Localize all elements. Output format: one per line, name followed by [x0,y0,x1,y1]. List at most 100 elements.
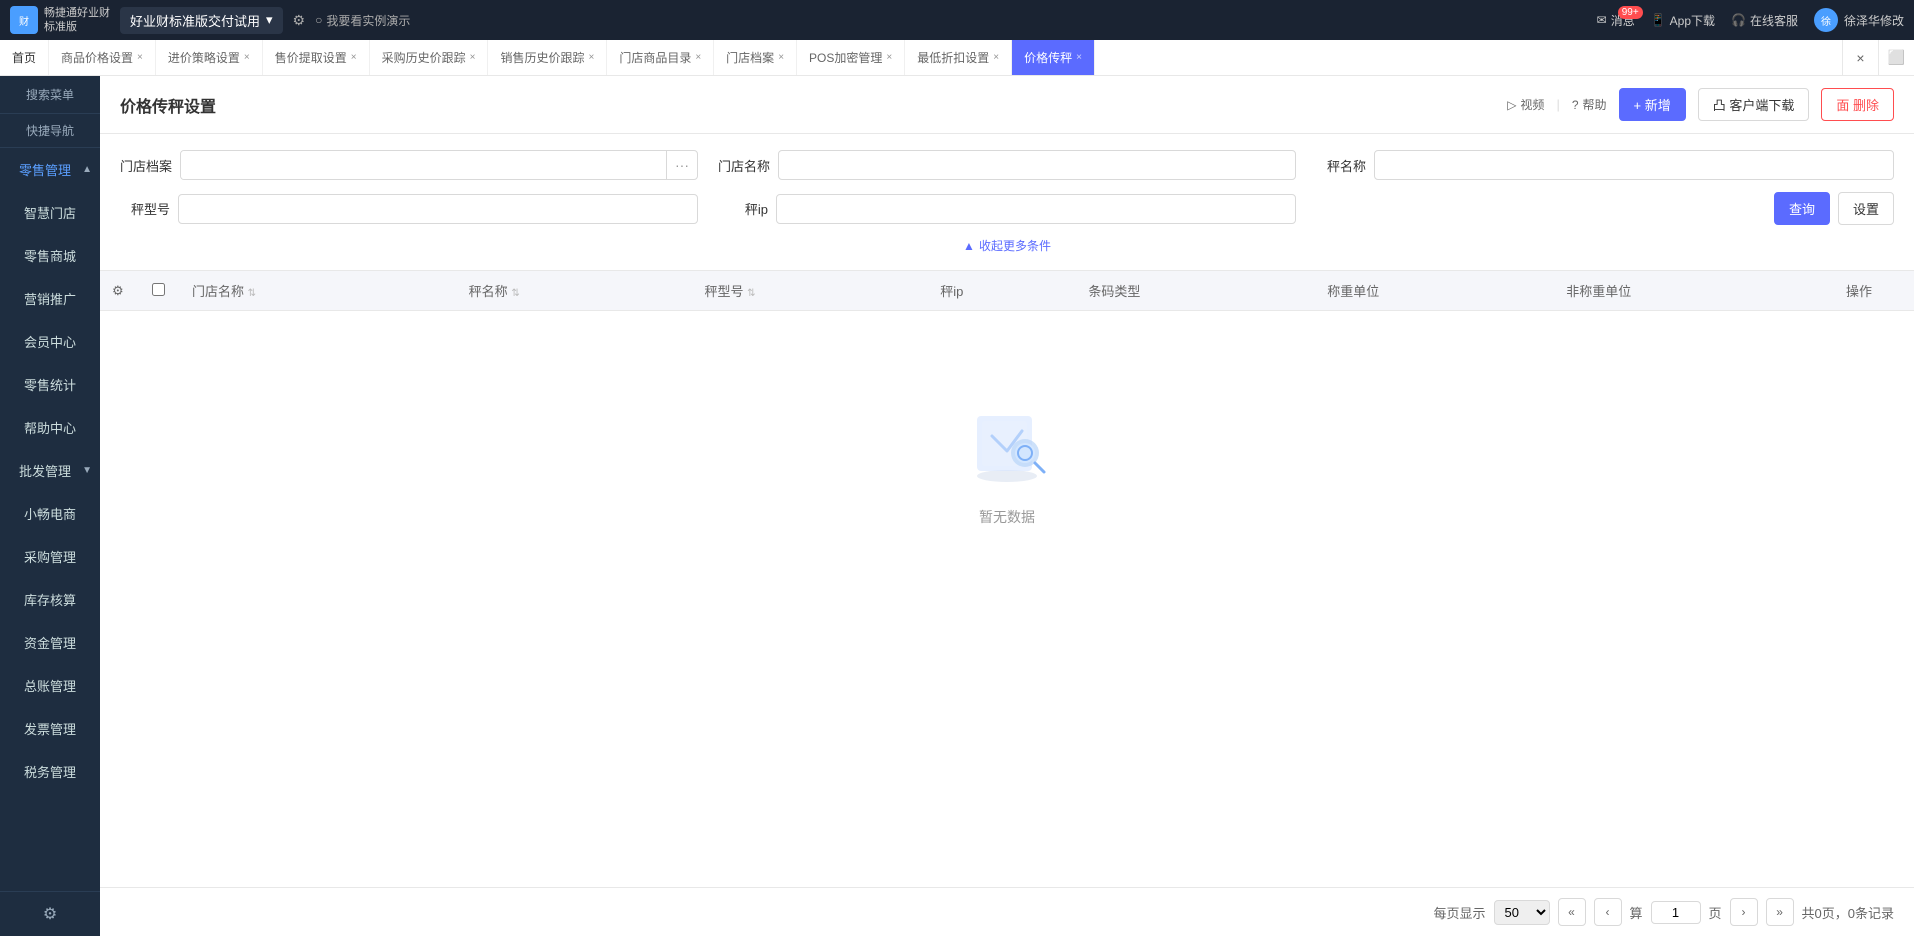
demo-link[interactable]: ○ 我要看实例演示 [315,12,410,29]
divider: | [1556,97,1559,112]
tab-price-transfer[interactable]: 价格传秤 × [1012,40,1095,76]
sidebar-item-retail-mall[interactable]: 零售商城 [0,234,100,277]
scale-ip-label: 秤ip [718,199,768,218]
download-button[interactable]: 凸 客户端下载 [1698,88,1810,121]
tab-close-icon[interactable]: × [351,52,357,63]
top-bar-right: ✉ 消息 99+ 📱 App下载 🎧 在线客服 徐 徐泽华修改 [1597,8,1904,32]
user-menu[interactable]: 徐 徐泽华修改 [1814,8,1904,32]
tab-close-icon[interactable]: × [588,52,594,63]
sidebar-item-finance[interactable]: 资金管理 [0,621,100,664]
prev-page-button[interactable]: ‹ [1594,898,1622,926]
prev-page-icon: ‹ [1606,905,1610,919]
tab-close-icon[interactable]: × [137,52,143,63]
content-area: 价格传秤设置 ▷ 视频 | ? 帮助 + 新增 凸 客户端下载 面 [100,76,1914,936]
filter-row-2: 秤型号 秤ip 查询 设置 [120,192,1894,225]
video-link[interactable]: ▷ 视频 [1507,96,1544,113]
tab-purchase-strategy[interactable]: 进价策略设置 × [156,40,263,76]
table-col-scale-model[interactable]: 秤型号 [692,271,928,311]
sidebar-item-inventory[interactable]: 库存核算 [0,578,100,621]
tab-store-file[interactable]: 门店档案 × [714,40,797,76]
filter-area: 门店档案 ··· 门店名称 秤名称 秤型号 [100,134,1914,271]
help-link[interactable]: ? 帮助 [1572,96,1607,113]
add-button[interactable]: + 新增 [1619,88,1686,121]
collapse-button[interactable]: ▲ 收起更多条件 [963,237,1051,254]
maximize-tab-button[interactable]: ⬜ [1878,40,1914,76]
settings-button[interactable]: 设置 [1838,192,1894,225]
table-col-operation: 操作 [1834,271,1914,311]
version-selector-text: 好业财标准版交付试用 [130,11,260,30]
video-icon: ▷ [1507,98,1516,112]
page-header: 价格传秤设置 ▷ 视频 | ? 帮助 + 新增 凸 客户端下载 面 [100,76,1914,134]
store-file-more-icon[interactable]: ··· [666,151,697,179]
query-button[interactable]: 查询 [1774,192,1830,225]
tab-close-icon[interactable]: × [470,52,476,63]
tab-price-setting[interactable]: 商品价格设置 × [49,40,156,76]
tab-pos[interactable]: POS加密管理 × [797,40,905,76]
tab-sale-extract[interactable]: 售价提取设置 × [263,40,370,76]
scale-model-input[interactable] [178,194,698,224]
sidebar-item-wholesale[interactable]: 批发管理 ▼ [0,449,100,492]
sidebar-item-retail[interactable]: 零售管理 ▲ [0,148,100,191]
sidebar-item-help[interactable]: 帮助中心 [0,406,100,449]
select-all-checkbox[interactable] [152,283,165,296]
scale-name-input[interactable] [1374,150,1894,180]
tab-close-icon[interactable]: × [993,52,999,63]
demo-icon: ○ [315,13,322,27]
sidebar-item-accounting[interactable]: 总账管理 [0,664,100,707]
column-settings-icon[interactable]: ⚙ [112,283,124,298]
version-selector[interactable]: 好业财标准版交付试用 ▾ [120,7,283,34]
sidebar-item-retail-stats[interactable]: 零售统计 [0,363,100,406]
table-col-store-name[interactable]: 门店名称 [180,271,457,311]
tab-home[interactable]: 首页 [0,40,49,76]
online-service-button[interactable]: 🎧 在线客服 [1731,12,1798,29]
table-col-scale-name[interactable]: 秤名称 [457,271,693,311]
scale-name-label: 秤名称 [1316,156,1366,175]
sidebar-settings-button[interactable]: ⚙ [0,891,100,936]
tab-sale-history[interactable]: 销售历史价跟踪 × [488,40,607,76]
delete-button[interactable]: 面 删除 [1821,88,1894,121]
sidebar-item-member[interactable]: 会员中心 [0,320,100,363]
per-page-select[interactable]: 50 10 20 100 [1494,900,1550,925]
sidebar-item-invoice[interactable]: 发票管理 [0,707,100,750]
scale-ip-input[interactable] [776,194,1296,224]
config-icon[interactable]: ⚙ [293,12,306,29]
page-number-input[interactable] [1651,901,1701,924]
tab-close-icon[interactable]: × [886,52,892,63]
tab-close-icon[interactable]: × [695,52,701,63]
sidebar-item-ecommerce[interactable]: 小畅电商 [0,492,100,535]
store-file-input-wrapper: ··· [180,150,698,180]
tab-bar: 首页 商品价格设置 × 进价策略设置 × 售价提取设置 × 采购历史价跟踪 × … [0,40,1914,76]
sidebar-item-smart-store[interactable]: 智慧门店 [0,191,100,234]
tab-close-icon[interactable]: × [244,52,250,63]
tab-bar-actions: × ⬜ [1842,40,1914,76]
first-page-button[interactable]: « [1558,898,1586,926]
tab-close-icon[interactable]: × [1076,52,1082,63]
next-page-button[interactable]: › [1730,898,1758,926]
sidebar-search[interactable]: 搜索菜单 [0,76,100,114]
sidebar-item-purchase[interactable]: 采购管理 [0,535,100,578]
last-page-button[interactable]: » [1766,898,1794,926]
empty-icon [957,391,1057,491]
store-file-input[interactable] [181,150,666,180]
tab-store-catalog[interactable]: 门店商品目录 × [607,40,714,76]
store-name-input[interactable] [778,150,1296,180]
close-tab-button[interactable]: × [1842,40,1878,76]
pagination-bar: 每页显示 50 10 20 100 « ‹ 算 页 › » 共0页，0条记录 [100,887,1914,936]
collapse-bar: ▲ 收起更多条件 [120,237,1894,254]
app-logo: 财 畅捷通好业财 标准版 [10,6,110,35]
table-col-check [140,271,180,311]
sidebar-item-tax[interactable]: 税务管理 [0,750,100,793]
messages-button[interactable]: ✉ 消息 99+ [1597,12,1635,29]
filter-store-name: 门店名称 [718,150,1296,180]
top-bar: 财 畅捷通好业财 标准版 好业财标准版交付试用 ▾ ⚙ ○ 我要看实例演示 ✉ … [0,0,1914,40]
app-download-button[interactable]: 📱 App下载 [1651,12,1715,29]
tab-purchase-history[interactable]: 采购历史价跟踪 × [370,40,489,76]
page-word: 算 [1630,903,1643,922]
table-col-non-weight-unit: 非称重单位 [1554,271,1834,311]
sidebar-quick-nav[interactable]: 快捷导航 [0,114,100,148]
sidebar-arrow-icon: ▲ [82,164,92,175]
table-col-weight-unit: 称重单位 [1315,271,1554,311]
tab-close-icon[interactable]: × [778,52,784,63]
tab-min-discount[interactable]: 最低折扣设置 × [905,40,1012,76]
sidebar-item-marketing[interactable]: 营销推广 [0,277,100,320]
